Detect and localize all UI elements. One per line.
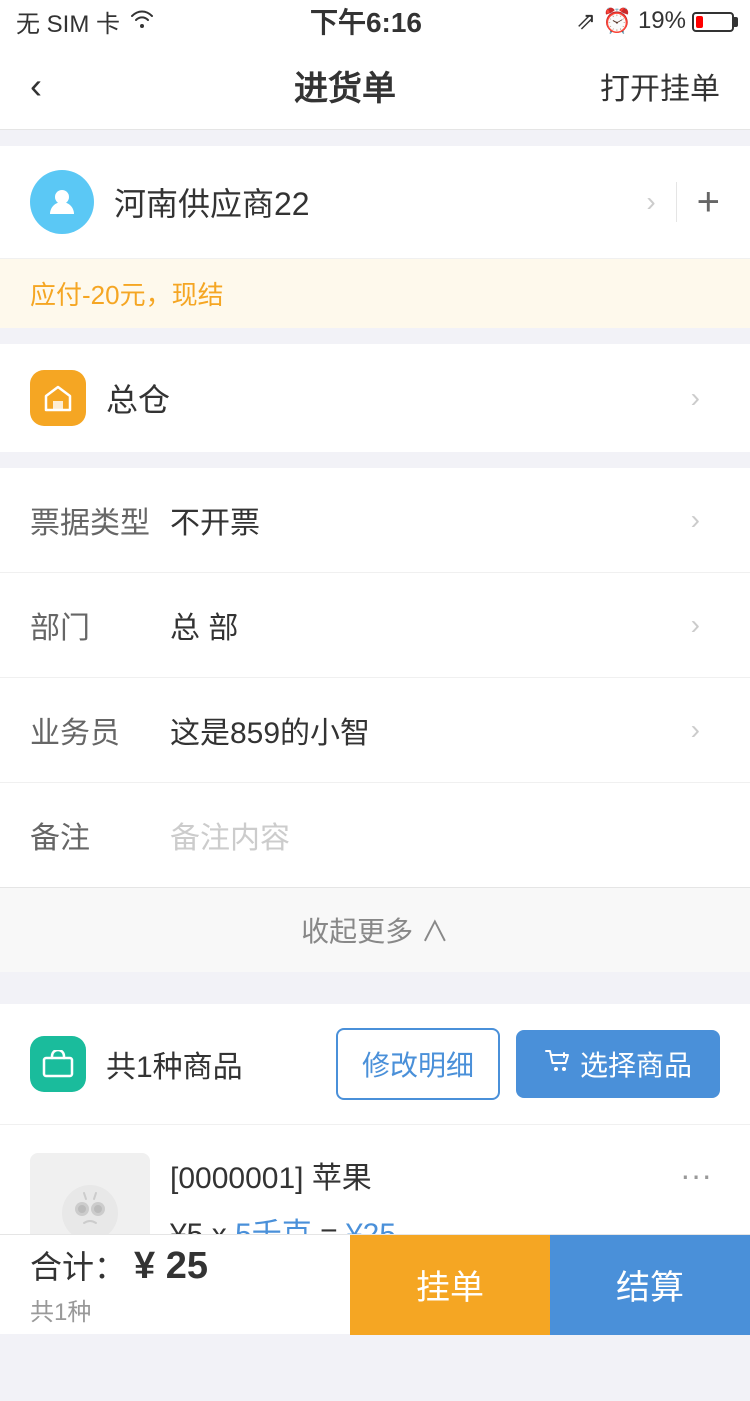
product-more-button[interactable]: ··· bbox=[672, 1153, 720, 1198]
supplier-name: 河南供应商22 bbox=[114, 179, 646, 225]
total-amount: ¥ 25 bbox=[134, 1245, 208, 1288]
status-bar: 无 SIM 卡 下午6:16 ⇗ ⏰ 19% bbox=[0, 0, 750, 42]
warehouse-chevron: › bbox=[691, 382, 700, 414]
nav-bar: ‹ 进货单 打开挂单 bbox=[0, 42, 750, 130]
location-icon: ⇗ bbox=[576, 7, 596, 36]
product-count: 共1种商品 bbox=[106, 1042, 336, 1086]
invoice-chevron: › bbox=[691, 504, 700, 536]
cart-icon bbox=[544, 1048, 572, 1080]
sales-chevron: › bbox=[691, 714, 700, 746]
supplier-card: 河南供应商22 › + 应付-20元，现结 bbox=[0, 146, 750, 328]
add-supplier-button[interactable]: + bbox=[697, 182, 720, 222]
warehouse-card: 总仓 › bbox=[0, 344, 750, 452]
alarm-icon: ⏰ bbox=[602, 7, 632, 36]
status-left: 无 SIM 卡 bbox=[16, 4, 156, 39]
form-card: 票据类型 不开票 › 部门 总 部 › 业务员 这是859的小智 › 备注 备注… bbox=[0, 468, 750, 887]
supplier-chevron: › bbox=[646, 186, 655, 218]
product-title: 苹果 bbox=[312, 1162, 372, 1195]
separator-1 bbox=[0, 130, 750, 146]
sales-value: 这是859的小智 bbox=[170, 708, 691, 752]
product-icon bbox=[30, 1036, 86, 1092]
product-name: [0000001] 苹果 bbox=[170, 1153, 652, 1197]
open-pending-button[interactable]: 打开挂单 bbox=[600, 64, 720, 108]
sales-label: 业务员 bbox=[30, 708, 170, 752]
dept-label: 部门 bbox=[30, 603, 170, 647]
warehouse-row[interactable]: 总仓 › bbox=[0, 344, 750, 452]
warehouse-icon bbox=[30, 370, 86, 426]
total-label: 合计： bbox=[30, 1242, 126, 1288]
hang-button[interactable]: 挂单 bbox=[350, 1235, 550, 1335]
select-product-button[interactable]: 选择商品 bbox=[516, 1030, 720, 1098]
warehouse-name: 总仓 bbox=[106, 375, 691, 421]
separator-4 bbox=[0, 972, 750, 988]
page-title: 进货单 bbox=[294, 61, 396, 110]
invoice-value: 不开票 bbox=[170, 498, 691, 542]
select-product-label: 选择商品 bbox=[580, 1044, 692, 1084]
invoice-row[interactable]: 票据类型 不开票 › bbox=[0, 468, 750, 573]
supplier-row[interactable]: 河南供应商22 › + bbox=[0, 146, 750, 259]
supplier-notice: 应付-20元，现结 bbox=[0, 259, 750, 328]
back-button[interactable]: ‹ bbox=[30, 65, 90, 107]
battery-text: 19% bbox=[638, 7, 686, 35]
carrier-text: 无 SIM 卡 bbox=[16, 4, 120, 39]
supplier-avatar bbox=[30, 170, 94, 234]
checkout-button[interactable]: 结算 bbox=[550, 1235, 750, 1335]
sales-row[interactable]: 业务员 这是859的小智 › bbox=[0, 678, 750, 783]
vertical-divider bbox=[676, 182, 677, 222]
status-right: ⇗ ⏰ 19% bbox=[576, 7, 734, 36]
remark-input[interactable]: 备注内容 bbox=[170, 813, 720, 857]
edit-details-button[interactable]: 修改明细 bbox=[336, 1028, 500, 1100]
wifi-icon bbox=[128, 7, 156, 35]
battery-icon-container bbox=[692, 7, 734, 35]
total-count: 共1种 bbox=[30, 1292, 320, 1327]
product-code: [0000001] bbox=[170, 1162, 303, 1195]
status-time: 下午6:16 bbox=[310, 1, 422, 41]
dept-value: 总 部 bbox=[170, 603, 691, 647]
product-header: 共1种商品 修改明细 选择商品 bbox=[0, 1004, 750, 1125]
remark-row[interactable]: 备注 备注内容 bbox=[0, 783, 750, 887]
total-main: 合计： ¥ 25 bbox=[30, 1242, 320, 1288]
separator-2 bbox=[0, 328, 750, 344]
bottom-bar: 合计： ¥ 25 共1种 挂单 结算 bbox=[0, 1234, 750, 1334]
remark-label: 备注 bbox=[30, 813, 170, 857]
dept-chevron: › bbox=[691, 609, 700, 641]
total-section: 合计： ¥ 25 共1种 bbox=[0, 1242, 350, 1327]
invoice-label: 票据类型 bbox=[30, 498, 170, 542]
separator-3 bbox=[0, 452, 750, 468]
dept-row[interactable]: 部门 总 部 › bbox=[0, 573, 750, 678]
collapse-button[interactable]: 收起更多 ∧ bbox=[0, 887, 750, 972]
